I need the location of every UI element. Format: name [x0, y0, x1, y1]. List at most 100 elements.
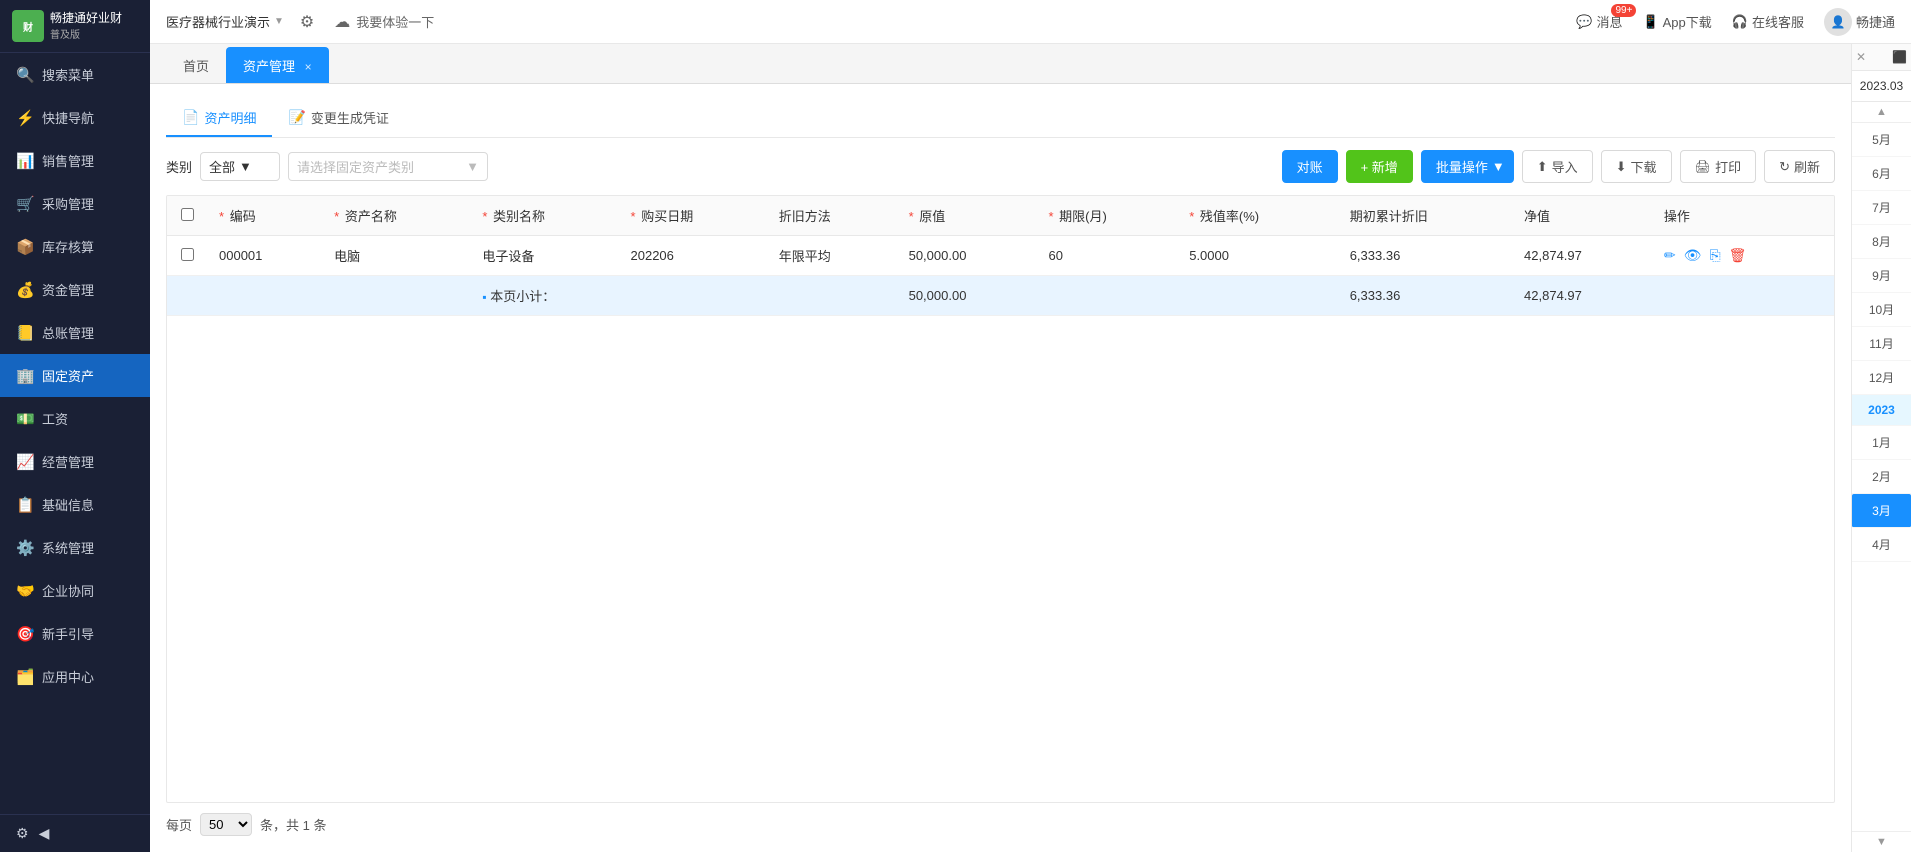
pagination: 每页 50 100 条，共 1 条 — [166, 803, 1835, 836]
sidebar-item-basic-info[interactable]: 📋 基础信息 — [0, 483, 150, 526]
asset-category-select[interactable]: 请选择固定资产类别 ▼ — [288, 152, 488, 181]
right-panel: ✕ ⬛ 2023.03 ▲ 5月 6月 7月 8月 9月 10月 11月 12月… — [1851, 44, 1911, 852]
refresh-icon: ↻ — [1779, 159, 1790, 175]
per-page-select[interactable]: 50 100 — [200, 813, 252, 836]
collapse-icon[interactable]: ◀ — [39, 825, 50, 842]
month-10[interactable]: 10月 — [1852, 293, 1911, 327]
sub-tab-asset-detail[interactable]: 📄 资产明细 — [166, 100, 272, 137]
user-menu[interactable]: 👤 畅捷通 — [1824, 8, 1895, 36]
download-button[interactable]: ⬇ 下载 — [1601, 150, 1672, 183]
settings-icon[interactable]: ⚙ — [16, 825, 29, 842]
month-3[interactable]: 3月 — [1852, 494, 1911, 528]
sidebar-item-purchase[interactable]: 🛒 采购管理 — [0, 182, 150, 225]
asset-data-table: * 编码 * 资产名称 * 类别名称 — [167, 196, 1834, 316]
tab-asset-mgmt[interactable]: 资产管理 × — [226, 47, 329, 83]
month-list: 5月 6月 7月 8月 9月 10月 11月 12月 2023 1月 2月 3月… — [1852, 123, 1911, 831]
salary-icon: 💵 — [16, 410, 34, 428]
apps-icon: 🗂️ — [16, 668, 34, 686]
sidebar-item-inventory[interactable]: 📦 库存核算 — [0, 225, 150, 268]
operations-icon: 📈 — [16, 453, 34, 471]
online-support-btn[interactable]: 🎧 在线客服 — [1732, 12, 1804, 31]
reconcile-button[interactable]: 对账 — [1282, 150, 1338, 183]
month-12[interactable]: 12月 — [1852, 361, 1911, 395]
batch-ops-button[interactable]: 批量操作 ▼ — [1421, 150, 1514, 183]
panel-expand-icon[interactable]: ⬛ — [1892, 50, 1907, 64]
company-selector[interactable]: 医疗器械行业演示 ▼ — [166, 12, 284, 31]
month-4[interactable]: 4月 — [1852, 528, 1911, 562]
month-9[interactable]: 9月 — [1852, 259, 1911, 293]
month-8[interactable]: 8月 — [1852, 225, 1911, 259]
import-button[interactable]: ⬆ 导入 — [1522, 150, 1593, 183]
row-checkbox-cell — [167, 236, 207, 276]
import-icon: ⬆ — [1537, 159, 1548, 175]
th-net-value: 净值 — [1512, 196, 1652, 236]
panel-close-icon[interactable]: ✕ — [1856, 50, 1866, 64]
month-5[interactable]: 5月 — [1852, 123, 1911, 157]
sidebar-item-quick-nav[interactable]: ⚡ 快捷导航 — [0, 96, 150, 139]
th-code: * 编码 — [207, 196, 322, 236]
sidebar-item-sales[interactable]: 📊 销售管理 — [0, 139, 150, 182]
sidebar-item-enterprise[interactable]: 🤝 企业协同 — [0, 569, 150, 612]
ledger-icon: 📒 — [16, 324, 34, 342]
month-7[interactable]: 7月 — [1852, 191, 1911, 225]
sidebar-item-operations[interactable]: 📈 经营管理 — [0, 440, 150, 483]
sidebar-bottom: ⚙ ◀ — [0, 814, 150, 852]
year-2023: 2023 — [1852, 395, 1911, 426]
tab-home[interactable]: 首页 — [166, 47, 226, 83]
row-checkbox[interactable] — [181, 248, 194, 261]
edit-icon: 📝 — [288, 109, 305, 126]
month-1[interactable]: 1月 — [1852, 426, 1911, 460]
sidebar-item-system[interactable]: ⚙️ 系统管理 — [0, 526, 150, 569]
month-11[interactable]: 11月 — [1852, 327, 1911, 361]
th-action: 操作 — [1652, 196, 1834, 236]
panel-down-icon[interactable]: ▼ — [1876, 836, 1887, 848]
messages-btn[interactable]: 💬 消息 99+ — [1576, 12, 1622, 31]
panel-up-icon[interactable]: ▲ — [1876, 106, 1887, 118]
cloud-icon: ☁ — [334, 12, 350, 32]
asset-table: * 编码 * 资产名称 * 类别名称 — [166, 195, 1835, 803]
avatar: 👤 — [1824, 8, 1852, 36]
sidebar-item-salary[interactable]: 💵 工资 — [0, 397, 150, 440]
th-depreciation-method: 折旧方法 — [767, 196, 897, 236]
sidebar-item-funds[interactable]: 💰 资金管理 — [0, 268, 150, 311]
refresh-button[interactable]: ↻ 刷新 — [1764, 150, 1835, 183]
filter-label: 类别 — [166, 157, 192, 176]
logo-icon: 财 — [12, 10, 44, 42]
main-content: 医疗器械行业演示 ▼ ⚙ ☁ 我要体验一下 💬 消息 99+ 📱 App下载 🎧… — [150, 0, 1911, 852]
gear-icon: ⚙️ — [16, 539, 34, 557]
print-button[interactable]: 🖨 打印 — [1680, 150, 1757, 183]
category-type-select[interactable]: 全部 ▼ — [200, 152, 280, 181]
toolbar: 类别 全部 ▼ 请选择固定资产类别 ▼ 对账 + — [166, 150, 1835, 183]
sidebar-item-apps[interactable]: 🗂️ 应用中心 — [0, 655, 150, 698]
sidebar-item-ledger[interactable]: 📒 总账管理 — [0, 311, 150, 354]
tab-close-icon[interactable]: × — [305, 60, 312, 74]
delete-action-icon[interactable]: 🗑 — [1729, 247, 1747, 264]
month-2[interactable]: 2月 — [1852, 460, 1911, 494]
settings-icon[interactable]: ⚙ — [300, 12, 314, 32]
edit-action-icon[interactable]: ✏ — [1664, 247, 1676, 264]
view-action-icon[interactable]: 👁 — [1684, 247, 1702, 264]
app-download-btn[interactable]: 📱 App下载 — [1642, 12, 1711, 31]
content: 首页 资产管理 × 📄 资产明细 📝 变更生成凭证 — [150, 44, 1851, 852]
row-net-value: 42,874.97 — [1512, 236, 1652, 276]
cart-icon: 🛒 — [16, 195, 34, 213]
topbar: 医疗器械行业演示 ▼ ⚙ ☁ 我要体验一下 💬 消息 99+ 📱 App下载 🎧… — [150, 0, 1911, 44]
search-icon: 🔍 — [16, 66, 34, 84]
chart-icon: 📊 — [16, 152, 34, 170]
sidebar-item-search[interactable]: 🔍 搜索菜单 — [0, 53, 150, 96]
sub-tab-change-voucher[interactable]: 📝 变更生成凭证 — [272, 100, 404, 137]
month-6[interactable]: 6月 — [1852, 157, 1911, 191]
subtotal-row: ▪ 本页小计： 50,000.00 6,333.36 42,874.97 — [167, 276, 1834, 316]
copy-action-icon[interactable]: ⎘ — [1709, 247, 1720, 264]
new-button[interactable]: + 新增 — [1346, 150, 1413, 183]
th-period: * 期限(月) — [1036, 196, 1177, 236]
building-icon: 🏢 — [16, 367, 34, 385]
sidebar-item-fixed-assets[interactable]: 🏢 固定资产 — [0, 354, 150, 397]
experience-btn[interactable]: ☁ 我要体验一下 — [334, 12, 434, 32]
th-checkbox — [167, 196, 207, 236]
th-purchase-date: * 购买日期 — [619, 196, 767, 236]
row-category: 电子设备 — [470, 236, 618, 276]
page-area: 首页 资产管理 × 📄 资产明细 📝 变更生成凭证 — [150, 44, 1911, 852]
sidebar-item-guide[interactable]: 🎯 新手引导 — [0, 612, 150, 655]
select-all-checkbox[interactable] — [181, 208, 194, 221]
